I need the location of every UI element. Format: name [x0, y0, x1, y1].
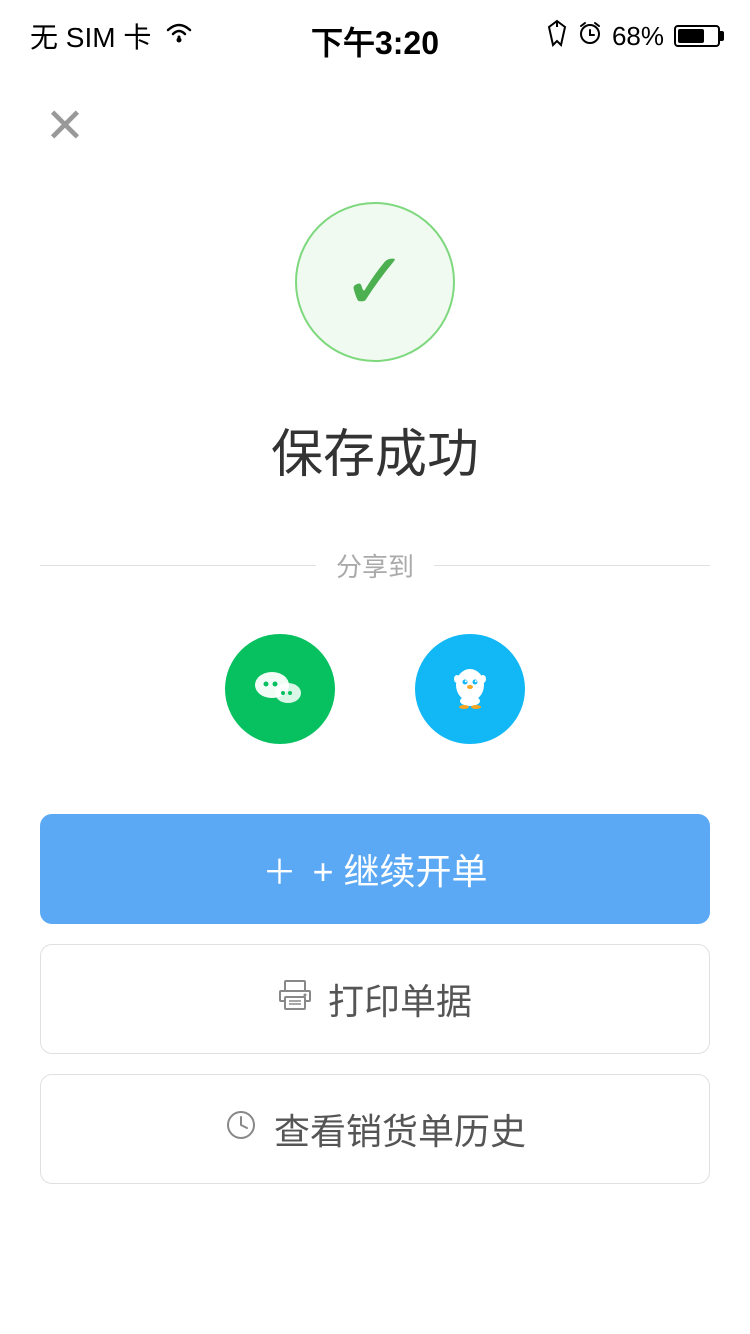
printer-icon	[278, 978, 312, 1021]
success-title: 保存成功	[271, 412, 479, 487]
status-bar: 无 SIM 卡 下午3:20 68%	[0, 0, 750, 72]
close-x-symbol: ✕	[45, 103, 85, 151]
action-buttons: ＋ + 继续开单 打印单据	[40, 814, 710, 1184]
history-button[interactable]: 查看销货单历史	[40, 1074, 710, 1184]
plus-icon: ＋	[262, 845, 296, 894]
history-icon	[224, 1108, 258, 1151]
carrier-text: 无 SIM 卡	[30, 16, 151, 56]
qq-share-button[interactable]	[415, 634, 525, 744]
divider-line-left	[40, 565, 316, 566]
print-label: 打印单据	[328, 973, 472, 1025]
wechat-icon	[248, 657, 312, 721]
share-icons	[40, 634, 710, 744]
alarm-icon	[578, 20, 602, 53]
battery-icon	[674, 25, 720, 47]
checkmark-icon: ✓	[341, 242, 408, 322]
close-button-container: ✕	[40, 72, 710, 162]
status-right: 68%	[546, 19, 720, 54]
close-icon[interactable]: ✕	[40, 102, 90, 152]
success-circle: ✓	[295, 202, 455, 362]
main-content: ✕ ✓ 保存成功 分享到	[0, 72, 750, 1184]
divider-line-right	[434, 565, 710, 566]
wifi-icon	[163, 20, 195, 52]
history-label: 查看销货单历史	[274, 1103, 526, 1155]
print-button[interactable]: 打印单据	[40, 944, 710, 1054]
status-time: 下午3:20	[311, 18, 439, 64]
share-divider-text: 分享到	[336, 547, 414, 584]
battery-percent: 68%	[612, 21, 664, 52]
continue-button[interactable]: ＋ + 继续开单	[40, 814, 710, 924]
qq-icon	[438, 657, 502, 721]
status-left: 无 SIM 卡	[30, 16, 195, 56]
continue-label: + 继续开单	[312, 843, 487, 895]
share-divider: 分享到	[40, 547, 710, 584]
location-icon	[546, 19, 568, 54]
share-section: 分享到	[40, 547, 710, 744]
wechat-share-button[interactable]	[225, 634, 335, 744]
